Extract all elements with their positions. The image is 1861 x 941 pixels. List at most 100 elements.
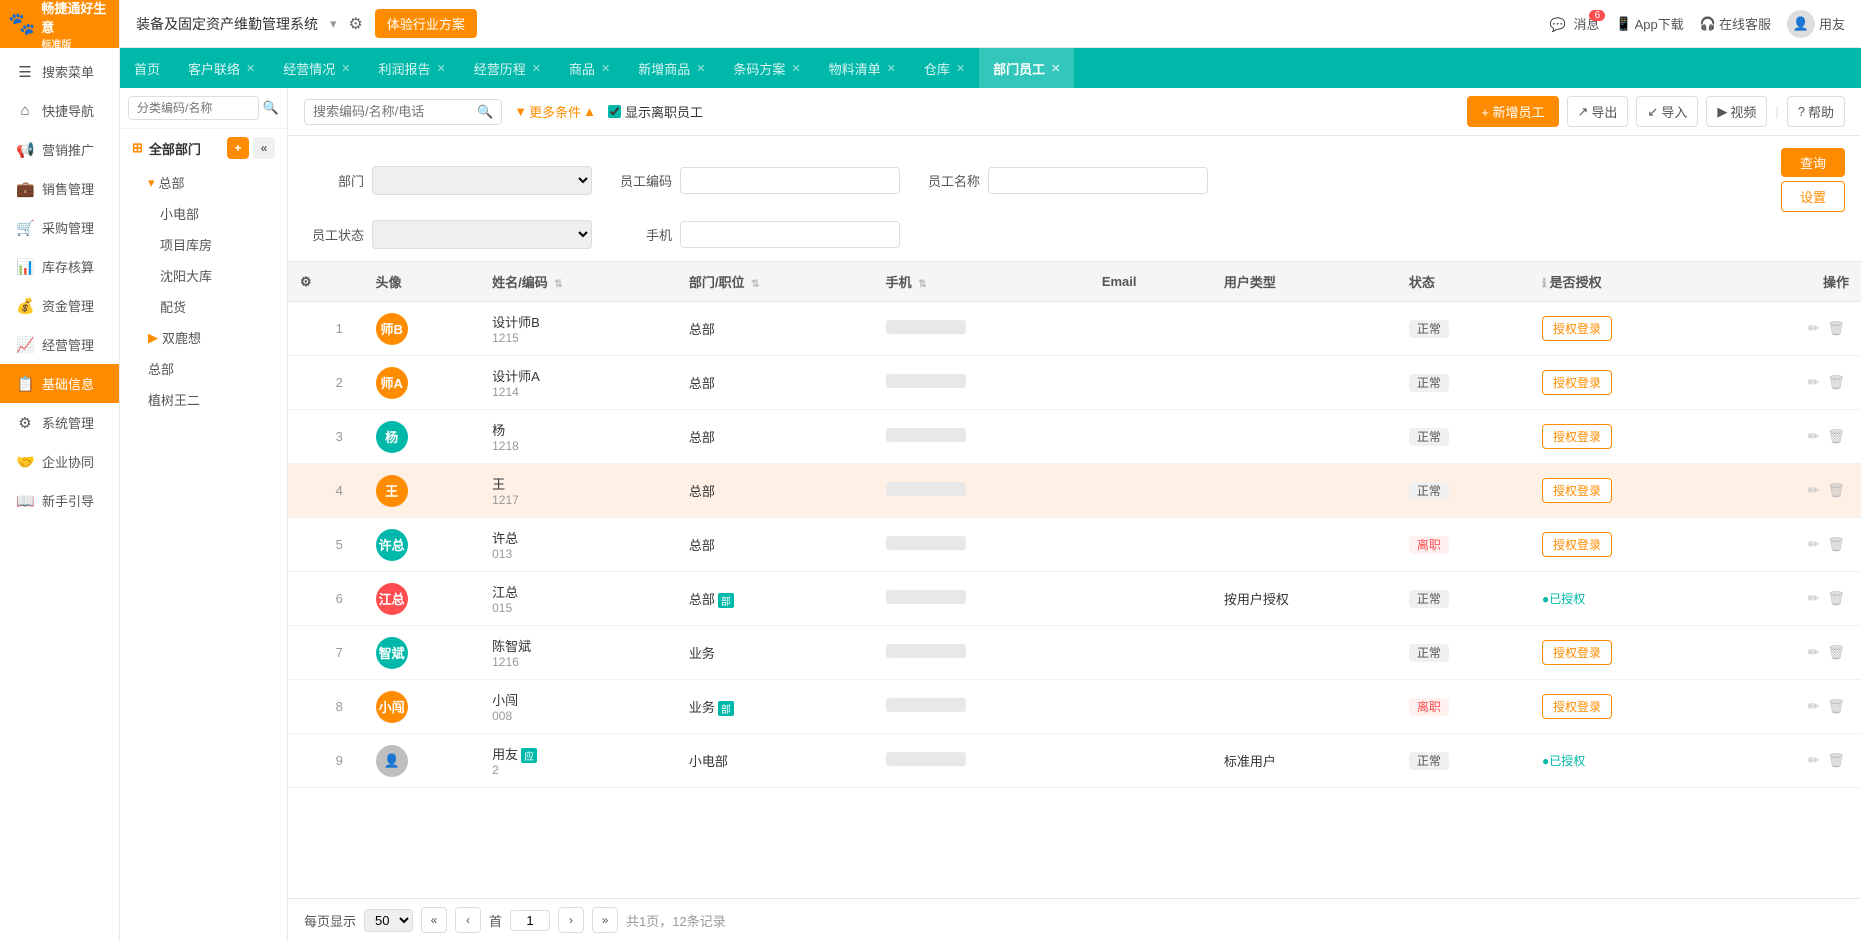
per-page-select[interactable]: 50: [364, 909, 413, 932]
tab-product[interactable]: 商品 ✕: [555, 48, 624, 88]
sidebar-item-guide[interactable]: 📖 新手引导: [0, 481, 119, 520]
import-btn[interactable]: ↙ 导入: [1636, 96, 1698, 127]
tab-barcode-close[interactable]: ✕: [791, 62, 800, 75]
sidebar-item-marketing[interactable]: 📢 营销推广: [0, 130, 119, 169]
sidebar-item-sales[interactable]: 💼 销售管理: [0, 169, 119, 208]
tree-search-input[interactable]: [128, 96, 259, 120]
tree-node-small-elec[interactable]: 小电部: [120, 198, 287, 229]
first-page-btn[interactable]: «: [421, 907, 447, 933]
online-service-btn[interactable]: 🎧 在线客服: [1700, 14, 1771, 33]
edit-btn[interactable]: ✏: [1808, 374, 1820, 390]
tab-warehouse-close[interactable]: ✕: [956, 62, 965, 75]
tree-node-shenyang[interactable]: 沈阳大库: [120, 260, 287, 291]
tree-node-distribution[interactable]: 配货: [120, 291, 287, 322]
col-phone[interactable]: 手机 ⇅: [874, 262, 1090, 302]
search-input[interactable]: [313, 104, 473, 119]
sidebar-item-quick-nav[interactable]: ⌂ 快捷导航: [0, 91, 119, 130]
sidebar-item-system[interactable]: ⚙ 系统管理: [0, 403, 119, 442]
phone-input[interactable]: [680, 221, 900, 248]
delete-btn[interactable]: 🗑: [1827, 698, 1845, 714]
prev-page-btn[interactable]: ‹: [455, 907, 481, 933]
tab-staff[interactable]: 部门员工 ✕: [979, 48, 1074, 88]
export-btn[interactable]: ↗ 导出: [1567, 96, 1629, 127]
tree-collapse-btn[interactable]: «: [253, 137, 275, 159]
edit-btn[interactable]: ✏: [1808, 428, 1820, 444]
emp-status-select[interactable]: [372, 220, 592, 249]
edit-btn[interactable]: ✏: [1808, 752, 1820, 768]
tree-root-label[interactable]: 全部部门: [149, 139, 201, 158]
delete-btn[interactable]: 🗑: [1827, 590, 1845, 606]
tab-process[interactable]: 经营历程 ✕: [460, 48, 555, 88]
edit-btn[interactable]: ✏: [1808, 644, 1820, 660]
tab-staff-close[interactable]: ✕: [1051, 62, 1060, 75]
sidebar-item-basic-info[interactable]: 📋 基础信息: [0, 364, 119, 403]
trial-btn[interactable]: 体验行业方案: [375, 9, 477, 38]
sidebar-item-search[interactable]: ☰ 搜索菜单: [0, 52, 119, 91]
tab-home[interactable]: 首页: [120, 48, 174, 88]
tab-profit[interactable]: 利润报告 ✕: [364, 48, 459, 88]
delete-btn[interactable]: 🗑: [1827, 752, 1845, 768]
auth-btn[interactable]: 授权登录: [1542, 316, 1612, 341]
edit-btn[interactable]: ✏: [1808, 320, 1820, 336]
edit-btn[interactable]: ✏: [1808, 590, 1820, 606]
tree-node-project[interactable]: 项目库房: [120, 229, 287, 260]
tree-node-hq2[interactable]: 总部: [120, 353, 287, 384]
tree-add-btn[interactable]: +: [227, 137, 249, 159]
sidebar-item-enterprise[interactable]: 🤝 企业协同: [0, 442, 119, 481]
tab-management-close[interactable]: ✕: [341, 62, 350, 75]
auth-btn[interactable]: 授权登录: [1542, 478, 1612, 503]
tree-node-plant-king[interactable]: 植树王二: [120, 384, 287, 415]
page-input[interactable]: [510, 910, 550, 931]
delete-btn[interactable]: 🗑: [1827, 482, 1845, 498]
tab-material-close[interactable]: ✕: [887, 62, 896, 75]
auth-btn[interactable]: 授权登录: [1542, 640, 1612, 665]
tab-process-close[interactable]: ✕: [532, 62, 541, 75]
tab-profit-close[interactable]: ✕: [437, 62, 446, 75]
col-settings[interactable]: ⚙: [288, 262, 324, 302]
tab-product-close[interactable]: ✕: [601, 62, 610, 75]
gear-icon[interactable]: ⚙: [349, 14, 363, 34]
tab-management[interactable]: 经营情况 ✕: [269, 48, 364, 88]
auth-btn[interactable]: 授权登录: [1542, 694, 1612, 719]
sidebar-item-finance[interactable]: 💰 资金管理: [0, 286, 119, 325]
tab-new-product[interactable]: 新增商品 ✕: [624, 48, 719, 88]
tab-barcode[interactable]: 条码方案 ✕: [719, 48, 814, 88]
query-btn[interactable]: 查询: [1781, 148, 1845, 177]
delete-btn[interactable]: 🗑: [1827, 428, 1845, 444]
edit-btn[interactable]: ✏: [1808, 536, 1820, 552]
emp-code-input[interactable]: [680, 167, 900, 194]
sidebar-item-inventory[interactable]: 📊 库存核算: [0, 247, 119, 286]
delete-btn[interactable]: 🗑: [1827, 536, 1845, 552]
auth-btn[interactable]: 授权登录: [1542, 532, 1612, 557]
edit-btn[interactable]: ✏: [1808, 698, 1820, 714]
tab-new-product-close[interactable]: ✕: [696, 62, 705, 75]
set-btn[interactable]: 设置: [1781, 181, 1845, 212]
app-download-btn[interactable]: 📱 App下载: [1615, 14, 1683, 33]
tab-material[interactable]: 物料清单 ✕: [815, 48, 910, 88]
tab-customer-close[interactable]: ✕: [246, 62, 255, 75]
dept-select[interactable]: [372, 166, 592, 195]
col-name[interactable]: 姓名/编码 ⇅: [480, 262, 677, 302]
tab-customer[interactable]: 客户联络 ✕: [174, 48, 269, 88]
emp-name-input[interactable]: [988, 167, 1208, 194]
sidebar-item-purchase[interactable]: 🛒 采购管理: [0, 208, 119, 247]
show-resigned-checkbox[interactable]: 显示离职员工: [608, 102, 703, 121]
delete-btn[interactable]: 🗑: [1827, 644, 1845, 660]
message-btn[interactable]: 💬 6 消息: [1550, 14, 1600, 33]
user-menu[interactable]: 👤 用友: [1787, 10, 1845, 38]
help-btn[interactable]: ? 帮助: [1787, 96, 1845, 127]
add-employee-btn[interactable]: + 新增员工: [1467, 96, 1558, 127]
delete-btn[interactable]: 🗑: [1827, 374, 1845, 390]
next-page-btn[interactable]: ›: [558, 907, 584, 933]
view-btn[interactable]: ▶ 视频: [1706, 96, 1767, 127]
last-page-btn[interactable]: »: [592, 907, 618, 933]
auth-btn[interactable]: 授权登录: [1542, 370, 1612, 395]
tree-node-double-dream[interactable]: ▶ 双鹿想: [120, 322, 287, 353]
edit-btn[interactable]: ✏: [1808, 482, 1820, 498]
tab-warehouse[interactable]: 仓库 ✕: [910, 48, 979, 88]
tree-node-hq[interactable]: ▾ 总部: [120, 167, 287, 198]
col-dept[interactable]: 部门/职位 ⇅: [677, 262, 874, 302]
auth-btn[interactable]: 授权登录: [1542, 424, 1612, 449]
sidebar-item-operation[interactable]: 📈 经营管理: [0, 325, 119, 364]
more-conditions-btn[interactable]: ▼ 更多条件 ▲: [514, 102, 596, 121]
